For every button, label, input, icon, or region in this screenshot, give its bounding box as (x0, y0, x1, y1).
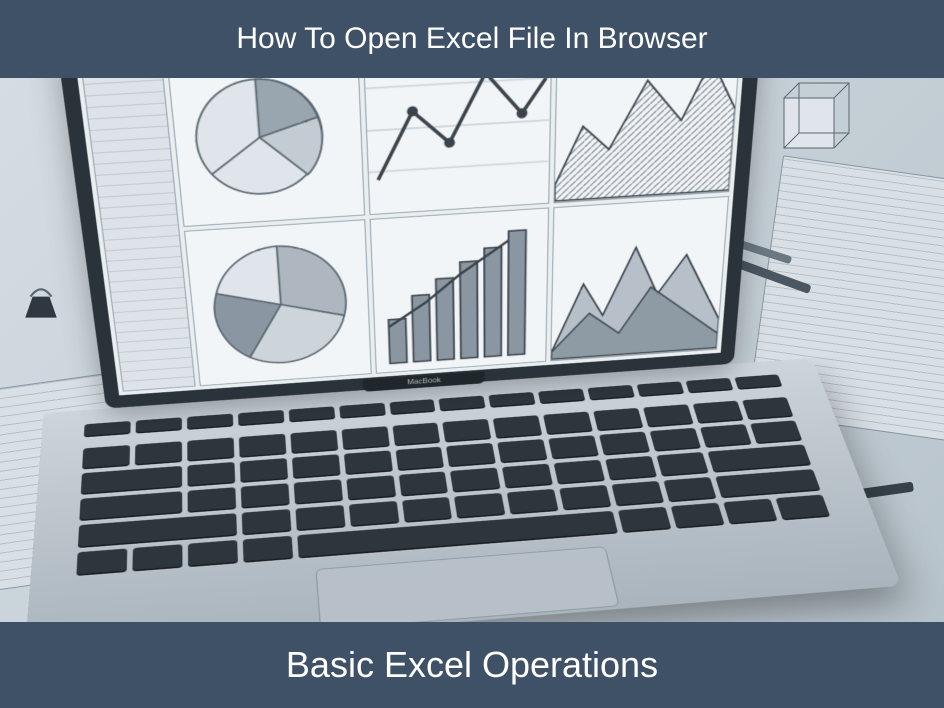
hero-illustration: MacBook (0, 78, 944, 622)
footer-title: Basic Excel Operations (286, 644, 658, 686)
header-title: How To Open Excel File In Browser (236, 22, 707, 56)
area-chart-icon (554, 78, 741, 202)
laptop-keyboard (76, 374, 830, 576)
radial-chart-icon (185, 220, 371, 385)
laptop-screen-frame: MacBook (56, 78, 764, 409)
line-chart-icon (364, 78, 551, 214)
area-chart-panel (553, 78, 743, 203)
pie-chart-icon (167, 78, 364, 226)
laptop: MacBook (27, 159, 888, 620)
bar-chart-panel (370, 207, 549, 373)
radial-chart-panel (184, 219, 372, 386)
header-banner: How To Open Excel File In Browser (0, 0, 944, 78)
wire-cube-icon (764, 78, 874, 158)
mountain-chart-panel (550, 196, 729, 361)
bar-chart-icon (371, 208, 548, 372)
laptop-trackpad (315, 546, 619, 622)
footer-banner: Basic Excel Operations (0, 622, 944, 708)
line-chart-panel (363, 78, 552, 215)
mountain-chart-icon (551, 197, 728, 361)
pie-chart-panel (166, 78, 366, 227)
laptop-screen (74, 78, 747, 395)
